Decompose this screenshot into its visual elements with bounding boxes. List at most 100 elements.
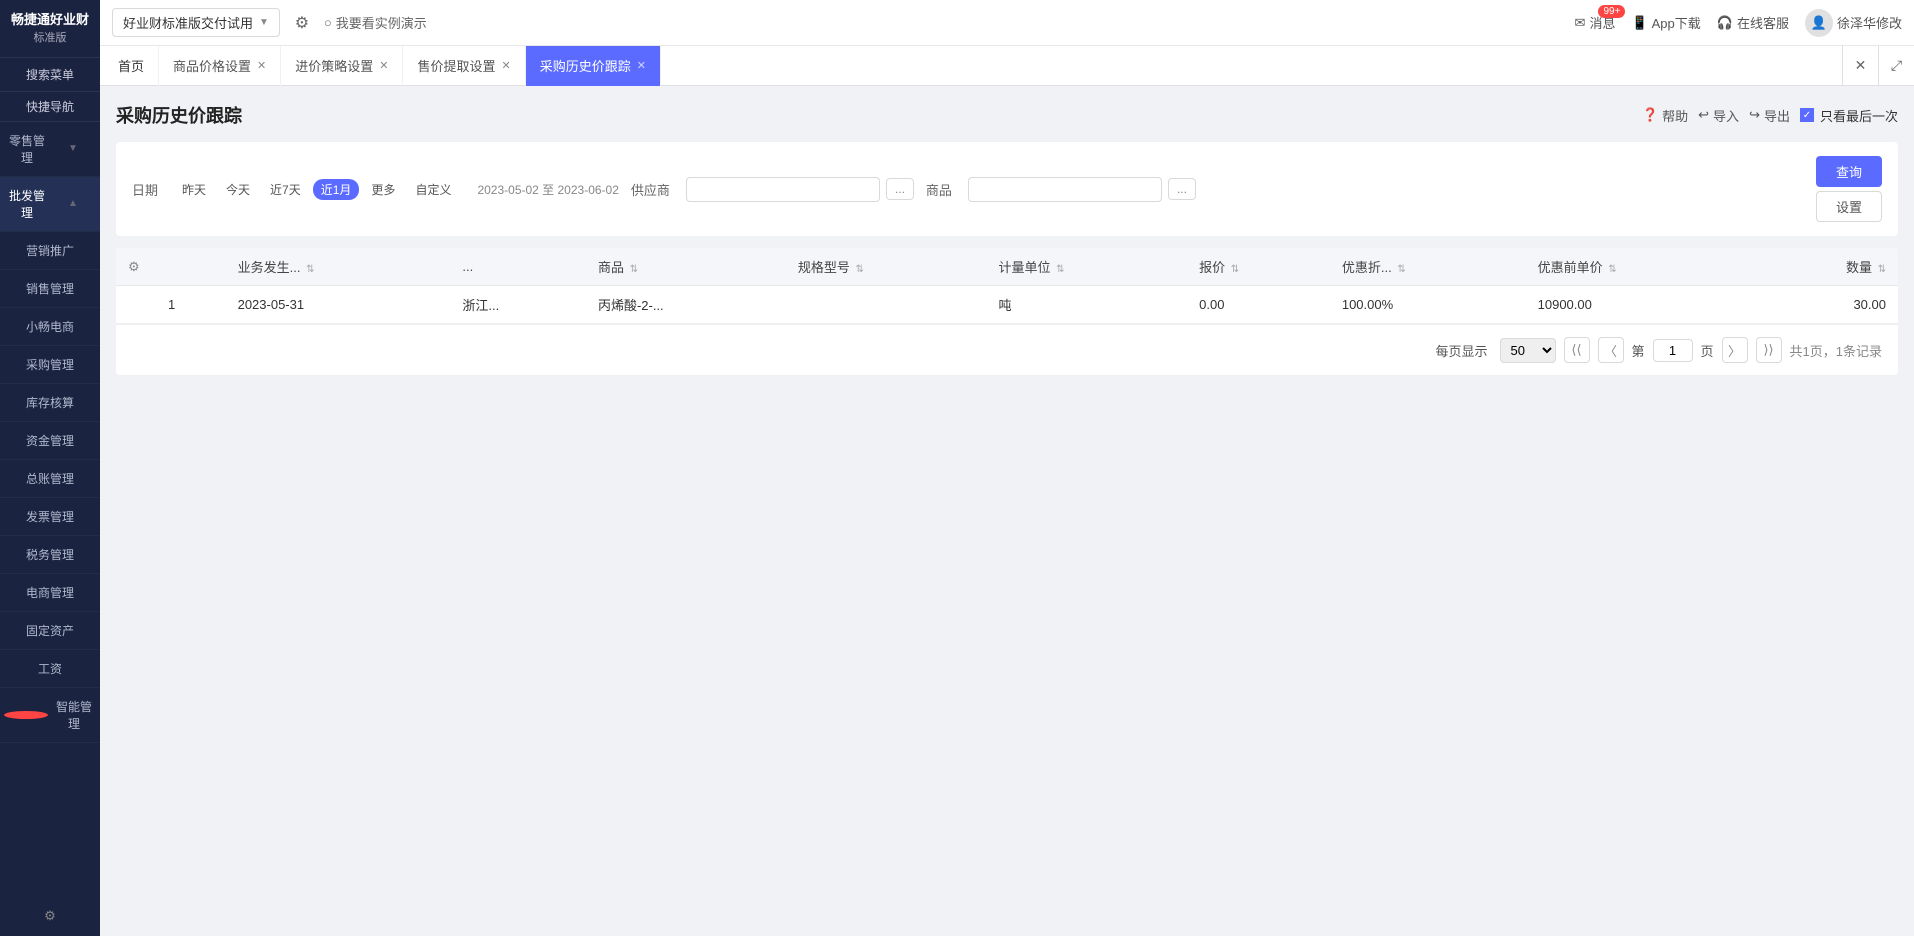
row-unit-cell: 吨 — [987, 286, 1188, 324]
supplier-more-button[interactable]: ... — [886, 178, 914, 200]
main-content: 好业财标准版交付试用 ▼ ⚙ ○ 我要看实例演示 ✉ 消息 99+ 📱 App下… — [100, 0, 1914, 936]
sidebar-item-finance[interactable]: 资金管理 — [0, 422, 100, 460]
gear-icon[interactable]: ⚙ — [128, 259, 140, 274]
col-spec[interactable]: 规格型号 ⇅ — [786, 248, 987, 286]
table-header-row: ⚙ 业务发生... ⇅ ... 商品 ⇅ — [116, 248, 1898, 286]
page-actions: ❓ 帮助 ↩ 导入 ↪ 导出 ✓ 只看最后一次 — [1642, 106, 1898, 125]
phone-icon: 📱 — [1631, 15, 1647, 31]
sidebar-item-ecommerce[interactable]: 电商管理 — [0, 574, 100, 612]
sidebar-item-payroll[interactable]: 工资 — [0, 650, 100, 688]
sidebar-settings-icon[interactable]: ⚙ — [0, 896, 100, 936]
date-option-1month[interactable]: 近1月 — [313, 179, 360, 200]
export-button[interactable]: ↪ 导出 — [1749, 106, 1790, 125]
data-table-wrapper: ⚙ 业务发生... ⇅ ... 商品 ⇅ — [116, 248, 1898, 375]
product-filter-label: 商品 — [926, 180, 952, 199]
page-size-select[interactable]: 50 10 20 100 — [1500, 338, 1556, 363]
sidebar-item-assets[interactable]: 固定资产 — [0, 612, 100, 650]
sidebar-item-sales[interactable]: 销售管理 — [0, 270, 100, 308]
row-product-cell: 丙烯酸-2-... — [586, 286, 786, 324]
tab-purchase-strategy[interactable]: 进价策略设置 ✕ — [281, 46, 403, 86]
next-page-button[interactable]: 〉 — [1722, 337, 1748, 363]
import-button[interactable]: ↩ 导入 — [1698, 106, 1739, 125]
last-page-button[interactable]: ⟩⟩ — [1756, 337, 1782, 363]
settings-button[interactable]: 设置 — [1816, 191, 1882, 222]
sidebar-item-search[interactable]: 搜索菜单 — [0, 58, 100, 92]
sidebar-item-inventory[interactable]: 库存核算 — [0, 384, 100, 422]
version-select[interactable]: 好业财标准版交付试用 ▼ — [112, 8, 280, 37]
date-option-7days[interactable]: 近7天 — [262, 179, 309, 200]
sort-icon: ⇅ — [1878, 264, 1886, 275]
sidebar-item-invoice[interactable]: 发票管理 — [0, 498, 100, 536]
messages-button[interactable]: ✉ 消息 99+ — [1575, 13, 1616, 32]
topbar-settings-button[interactable]: ⚙ — [288, 9, 316, 37]
pagination: 每页显示 50 10 20 100 ⟨⟨ 〈 第 页 〉 ⟩⟩ 共1页，1条记录 — [116, 324, 1898, 375]
close-icon[interactable]: ✕ — [257, 59, 266, 72]
sidebar-item-quicknav[interactable]: 快捷导航 — [0, 92, 100, 122]
sidebar-logo-title: 畅捷通好业财 — [8, 12, 92, 29]
help-icon: ❓ — [1642, 107, 1658, 123]
col-discount[interactable]: 优惠折... ⇅ — [1330, 248, 1526, 286]
sidebar-item-smart[interactable]: 智能管理 — [0, 688, 100, 743]
col-pre-discount-price[interactable]: 优惠前单价 ⇅ — [1526, 248, 1756, 286]
col-no — [156, 248, 226, 286]
col-more[interactable]: ... — [450, 248, 586, 286]
sidebar-logo[interactable]: 畅捷通好业财 标准版 — [0, 0, 100, 58]
sidebar-item-ecommerce-small[interactable]: 小畅电商 — [0, 308, 100, 346]
topbar-right-section: ✉ 消息 99+ 📱 App下载 🎧 在线客服 👤 徐泽华修改 — [1575, 9, 1902, 37]
sidebar-item-wholesale[interactable]: 批发管理 ▲ — [0, 177, 100, 232]
messages-badge: 99+ — [1598, 5, 1625, 18]
page-size-label: 每页显示 — [1435, 341, 1487, 360]
col-settings[interactable]: ⚙ — [116, 248, 156, 286]
tab-home[interactable]: 首页 — [104, 46, 159, 86]
date-option-custom[interactable]: 自定义 — [407, 179, 459, 200]
demo-button[interactable]: ○ 我要看实例演示 — [324, 13, 427, 32]
page-number-input[interactable] — [1653, 339, 1693, 362]
sort-icon: ⇅ — [630, 264, 638, 275]
first-page-button[interactable]: ⟨⟨ — [1564, 337, 1590, 363]
date-option-more[interactable]: 更多 — [363, 179, 403, 200]
tab-sale-extract[interactable]: 售价提取设置 ✕ — [403, 46, 525, 86]
prev-page-button[interactable]: 〈 — [1598, 337, 1624, 363]
col-business-date[interactable]: 业务发生... ⇅ — [226, 248, 451, 286]
app-download-button[interactable]: 📱 App下载 — [1631, 13, 1700, 32]
sidebar-item-tax[interactable]: 税务管理 — [0, 536, 100, 574]
sidebar-item-marketing[interactable]: 营销推广 — [0, 232, 100, 270]
query-button[interactable]: 查询 — [1816, 156, 1882, 187]
row-quantity-cell: 30.00 — [1755, 286, 1898, 324]
product-input[interactable] — [968, 177, 1162, 202]
page-header: 采购历史价跟踪 ❓ 帮助 ↩ 导入 ↪ 导出 ✓ 只看最后一次 — [116, 102, 1898, 128]
sidebar-item-retail[interactable]: 零售管理 ▼ — [0, 122, 100, 177]
col-unit[interactable]: 计量单位 ⇅ — [987, 248, 1188, 286]
page-total: 共1页，1条记录 — [1790, 341, 1882, 360]
message-icon: ✉ — [1575, 15, 1586, 31]
date-option-today[interactable]: 今天 — [218, 179, 258, 200]
sidebar-item-purchase[interactable]: 采购管理 — [0, 346, 100, 384]
topbar: 好业财标准版交付试用 ▼ ⚙ ○ 我要看实例演示 ✉ 消息 99+ 📱 App下… — [100, 0, 1914, 46]
product-input-group: ... — [968, 177, 1196, 202]
tab-purchase-history[interactable]: 采购历史价跟踪 ✕ — [526, 46, 661, 86]
maximize-tab-button[interactable]: ⤢ — [1878, 46, 1914, 86]
close-icon[interactable]: ✕ — [502, 59, 511, 72]
close-icon[interactable]: ✕ — [379, 59, 388, 72]
chevron-down-icon: ▼ — [259, 17, 269, 28]
sort-icon: ⇅ — [1231, 264, 1239, 275]
content-area: 采购历史价跟踪 ❓ 帮助 ↩ 导入 ↪ 导出 ✓ 只看最后一次 — [100, 86, 1914, 936]
supplier-input[interactable] — [686, 177, 880, 202]
product-more-button[interactable]: ... — [1168, 178, 1196, 200]
online-service-button[interactable]: 🎧 在线客服 — [1717, 13, 1789, 32]
close-tab-button[interactable]: ✕ — [1842, 46, 1878, 86]
only-last-toggle[interactable]: ✓ 只看最后一次 — [1800, 106, 1898, 125]
tab-price-settings[interactable]: 商品价格设置 ✕ — [159, 46, 281, 86]
date-option-yesterday[interactable]: 昨天 — [174, 179, 214, 200]
sidebar-item-ledger[interactable]: 总账管理 — [0, 460, 100, 498]
sort-icon: ⇅ — [306, 264, 314, 275]
filter-bar: 日期 昨天 今天 近7天 近1月 更多 自定义 2023-05-02 至 202… — [116, 142, 1898, 236]
col-quantity[interactable]: 数量 ⇅ — [1755, 248, 1898, 286]
row-price-cell: 0.00 — [1187, 286, 1330, 324]
user-profile-button[interactable]: 👤 徐泽华修改 — [1805, 9, 1902, 37]
help-button[interactable]: ❓ 帮助 — [1642, 106, 1688, 125]
close-icon[interactable]: ✕ — [637, 59, 646, 72]
col-product[interactable]: 商品 ⇅ — [586, 248, 786, 286]
supplier-input-group: ... — [686, 177, 914, 202]
col-quoted-price[interactable]: 报价 ⇅ — [1187, 248, 1330, 286]
